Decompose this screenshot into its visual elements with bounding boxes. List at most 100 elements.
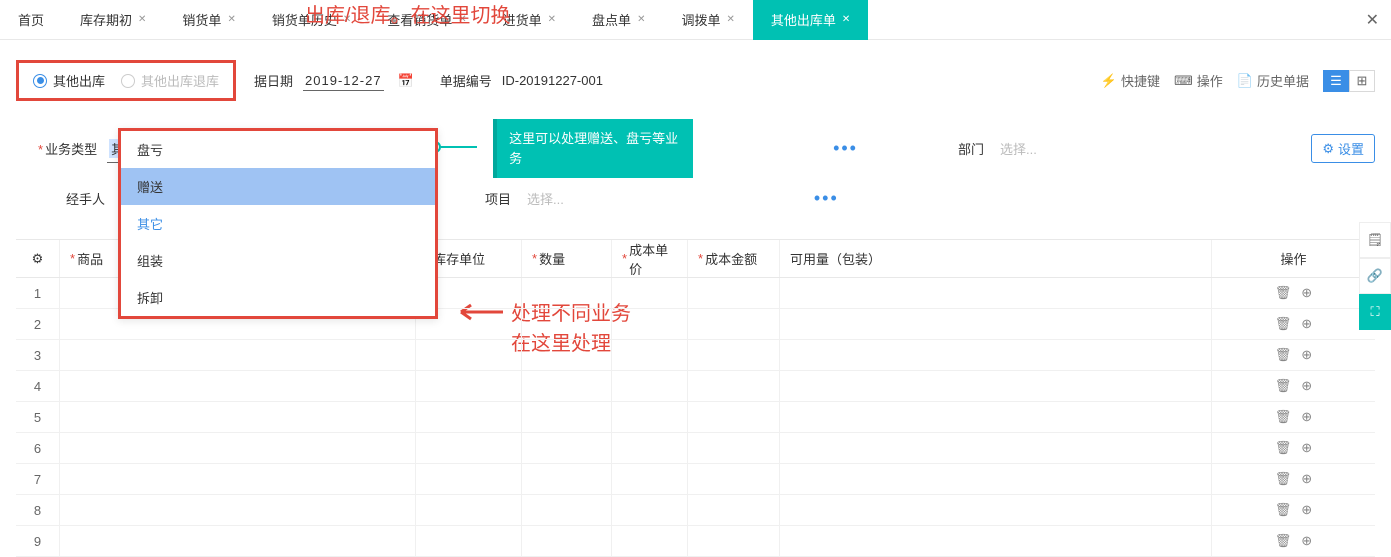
add-icon[interactable]: ⊕ [1301,409,1312,425]
add-icon[interactable]: ⊕ [1301,316,1312,332]
side-note-icon[interactable]: 🗒 [1359,222,1391,258]
dropdown-item-gift[interactable]: 赠送 [121,168,435,205]
cell-product[interactable] [60,340,416,370]
delete-icon[interactable]: 🗑 [1275,471,1292,487]
cell-amount[interactable] [688,495,780,525]
more-icon[interactable]: ••• [814,188,839,209]
more-icon[interactable]: ••• [833,138,858,159]
tab-other-outbound[interactable]: 其他出库单✕ [753,0,868,40]
gear-column[interactable]: ⚙ [16,240,60,277]
cell-amount[interactable] [688,433,780,463]
date-input[interactable]: 2019-12-27 [303,71,384,91]
close-icon[interactable]: ✕ [138,14,146,25]
cell-product[interactable] [60,464,416,494]
delete-icon[interactable]: 🗑 [1275,285,1292,301]
cell-product[interactable] [60,402,416,432]
close-icon[interactable]: ✕ [637,14,645,25]
cell-price[interactable] [612,278,688,308]
cell-qty[interactable] [522,464,612,494]
table-row[interactable]: 6🗑⊕ [16,433,1375,464]
cell-price[interactable] [612,526,688,556]
calendar-icon[interactable]: 📅 [398,73,414,89]
cell-price[interactable] [612,309,688,339]
close-icon[interactable]: ✕ [548,14,556,25]
cell-unit[interactable] [416,526,522,556]
close-icon[interactable]: ✕ [227,14,235,25]
cell-amount[interactable] [688,402,780,432]
tab-stocktake[interactable]: 盘点单✕ [574,0,663,40]
cell-price[interactable] [612,433,688,463]
delete-icon[interactable]: 🗑 [1275,347,1292,363]
cell-product[interactable] [60,371,416,401]
cell-unit[interactable] [416,433,522,463]
side-expand-icon[interactable]: ⛶ [1359,294,1391,330]
close-icon[interactable]: ✕ [726,14,734,25]
cell-product[interactable] [60,495,416,525]
cell-product[interactable] [60,433,416,463]
delete-icon[interactable]: 🗑 [1275,440,1292,456]
delete-icon[interactable]: 🗑 [1275,409,1292,425]
dropdown-item-loss[interactable]: 盘亏 [121,131,435,168]
close-all-icon[interactable]: ✕ [1366,10,1379,30]
cell-unit[interactable] [416,495,522,525]
cell-amount[interactable] [688,371,780,401]
radio-other-outbound-return[interactable]: 其他出库退库 [121,71,219,90]
add-icon[interactable]: ⊕ [1301,285,1312,301]
cell-unit[interactable] [416,371,522,401]
operate-link[interactable]: ⌨操作 [1174,71,1223,90]
table-row[interactable]: 7🗑⊕ [16,464,1375,495]
tab-inventory-init[interactable]: 库存期初✕ [62,0,164,40]
add-icon[interactable]: ⊕ [1301,440,1312,456]
history-link[interactable]: 📄历史单据 [1237,71,1309,90]
dropdown-item-disassemble[interactable]: 拆卸 [121,279,435,316]
cell-qty[interactable] [522,402,612,432]
close-icon[interactable]: ✕ [842,14,850,25]
cell-qty[interactable] [522,433,612,463]
cell-qty[interactable] [522,309,612,339]
add-icon[interactable]: ⊕ [1301,471,1312,487]
cell-amount[interactable] [688,309,780,339]
cell-amount[interactable] [688,526,780,556]
add-icon[interactable]: ⊕ [1301,378,1312,394]
side-link-icon[interactable]: 🔗 [1359,258,1391,294]
cell-product[interactable] [60,526,416,556]
project-select[interactable]: 选择... [527,189,564,208]
cell-qty[interactable] [522,278,612,308]
radio-other-outbound[interactable]: 其他出库 [33,71,105,90]
view-list-icon[interactable]: ☰ [1323,70,1349,92]
cell-price[interactable] [612,495,688,525]
table-row[interactable]: 4🗑⊕ [16,371,1375,402]
tab-transfer[interactable]: 调拨单✕ [663,0,752,40]
cell-price[interactable] [612,464,688,494]
shortcut-link[interactable]: ⚡快捷键 [1101,71,1160,90]
delete-icon[interactable]: 🗑 [1275,533,1292,549]
tab-sales[interactable]: 销货单✕ [164,0,253,40]
table-row[interactable]: 3🗑⊕ [16,340,1375,371]
cell-qty[interactable] [522,495,612,525]
cell-amount[interactable] [688,464,780,494]
table-row[interactable]: 5🗑⊕ [16,402,1375,433]
view-grid-icon[interactable]: ⊞ [1349,70,1375,92]
cell-qty[interactable] [522,526,612,556]
delete-icon[interactable]: 🗑 [1275,316,1292,332]
dropdown-item-assemble[interactable]: 组装 [121,242,435,279]
delete-icon[interactable]: 🗑 [1275,378,1292,394]
tab-home[interactable]: 首页 [0,0,62,40]
cell-qty[interactable] [522,371,612,401]
cell-price[interactable] [612,371,688,401]
table-row[interactable]: 8🗑⊕ [16,495,1375,526]
cell-amount[interactable] [688,340,780,370]
cell-unit[interactable] [416,464,522,494]
cell-price[interactable] [612,402,688,432]
cell-unit[interactable] [416,340,522,370]
add-icon[interactable]: ⊕ [1301,347,1312,363]
settings-button[interactable]: ⚙设置 [1311,134,1375,163]
cell-amount[interactable] [688,278,780,308]
cell-price[interactable] [612,340,688,370]
dropdown-item-other[interactable]: 其它 [121,205,435,242]
cell-unit[interactable] [416,402,522,432]
cell-qty[interactable] [522,340,612,370]
dept-select[interactable]: 选择... [1000,139,1037,158]
add-icon[interactable]: ⊕ [1301,533,1312,549]
table-row[interactable]: 9🗑⊕ [16,526,1375,557]
